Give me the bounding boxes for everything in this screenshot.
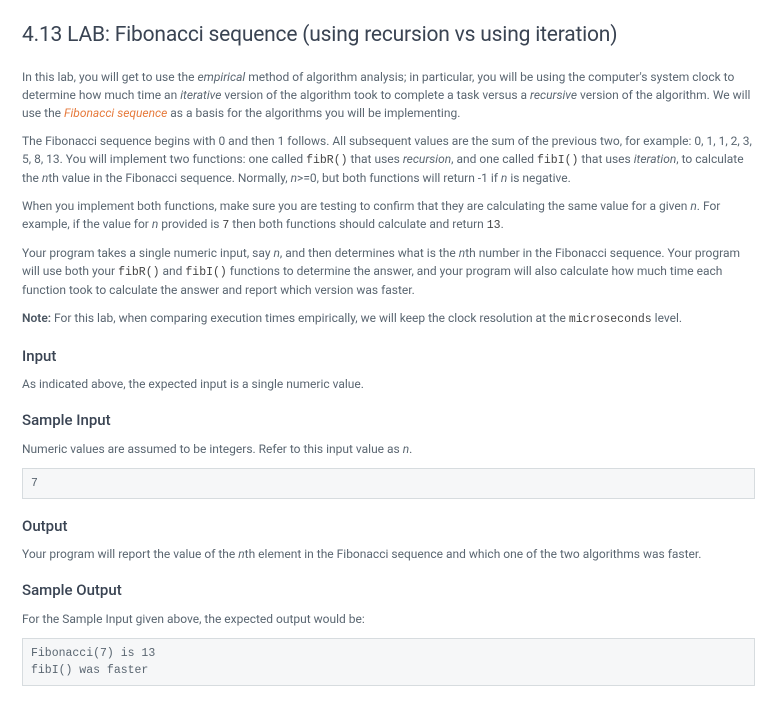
text: Numeric values are assumed to be integer… [22, 442, 403, 456]
text: , and then determines what is the [280, 246, 459, 260]
text: that uses [348, 152, 403, 166]
code-inline: fibR() [118, 266, 159, 279]
text: version of the algorithm took to complet… [221, 88, 530, 102]
sample-output-code-block: Fibonacci(7) is 13 fibI() was faster [22, 638, 755, 687]
text: level. [652, 311, 682, 325]
emphasis: iteration [634, 152, 677, 166]
sample-output-text: For the Sample Input given above, the ex… [22, 610, 755, 628]
text: In this lab, you will get to use the [22, 70, 197, 84]
text: th value in the Fibonacci sequence. Norm… [48, 171, 290, 185]
text: , and one called [451, 152, 537, 166]
heading-sample-output: Sample Output [22, 579, 755, 602]
page-title: 4.13 LAB: Fibonacci sequence (using recu… [22, 20, 755, 52]
text: then both functions should calculate and… [229, 217, 486, 231]
text: When you implement both functions, make … [22, 199, 690, 213]
code-inline: microseconds [569, 313, 652, 326]
output-text: Your program will report the value of th… [22, 545, 755, 563]
text: . [409, 442, 412, 456]
text: is negative. [507, 171, 570, 185]
paragraph-4: Your program takes a single numeric inpu… [22, 244, 755, 299]
code-inline: 13 [487, 219, 501, 232]
text: th element in the Fibonacci sequence and… [245, 547, 702, 561]
paragraph-3: When you implement both functions, make … [22, 197, 755, 234]
fibonacci-link[interactable]: Fibonacci sequence [64, 106, 167, 120]
text: and [160, 264, 186, 278]
heading-output: Output [22, 515, 755, 538]
text: >=0, but both functions will return -1 i… [297, 171, 501, 185]
text: Your program takes a single numeric inpu… [22, 246, 273, 260]
text: Your program will report the value of th… [22, 547, 238, 561]
sample-input-text: Numeric values are assumed to be integer… [22, 440, 755, 458]
heading-sample-input: Sample Input [22, 409, 755, 432]
text: that uses [578, 152, 633, 166]
text: . [501, 217, 504, 231]
input-text: As indicated above, the expected input i… [22, 375, 755, 393]
emphasis: empirical [197, 70, 245, 84]
emphasis: iterative [180, 88, 221, 102]
code-inline: fibI() [537, 154, 578, 167]
heading-input: Input [22, 345, 755, 368]
emphasis: recursion [403, 152, 451, 166]
code-inline: fibI() [185, 266, 226, 279]
text: For this lab, when comparing execution t… [51, 311, 569, 325]
note-label: Note: [22, 311, 51, 325]
intro-paragraph: In this lab, you will get to use the emp… [22, 68, 755, 122]
emphasis: recursive [530, 88, 577, 102]
code-inline: fibR() [306, 154, 347, 167]
paragraph-5: Note: For this lab, when comparing execu… [22, 309, 755, 328]
paragraph-2: The Fibonacci sequence begins with 0 and… [22, 132, 755, 187]
sample-input-code-block: 7 [22, 468, 755, 499]
text: as a basis for the algorithms you will b… [167, 106, 460, 120]
text: provided is [158, 217, 222, 231]
